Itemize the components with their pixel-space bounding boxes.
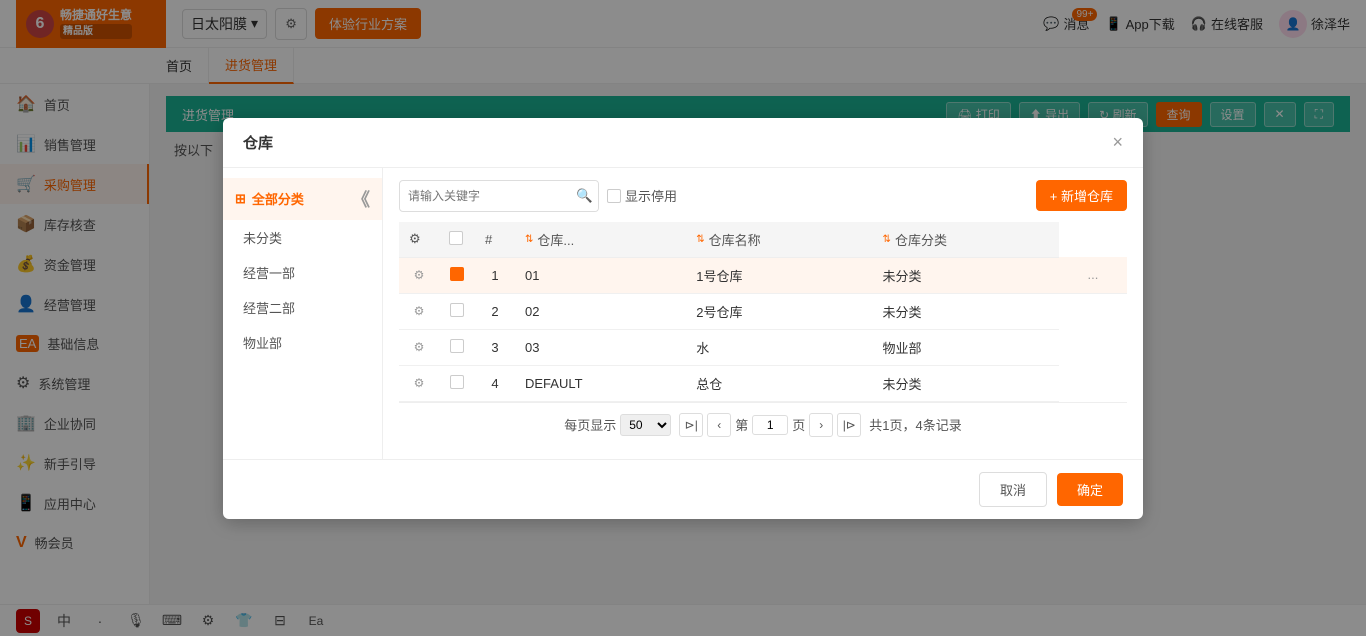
search-input[interactable]: [400, 183, 571, 209]
row-actions[interactable]: ...: [1059, 257, 1127, 293]
row-name: 水: [686, 329, 872, 365]
modal-footer: 取消 确定: [223, 459, 1143, 519]
row-code: 02: [515, 293, 686, 329]
table-toolbar: 🔍 显示停用 + 新增仓库: [399, 180, 1127, 212]
row-checkbox[interactable]: [450, 339, 464, 353]
last-page-button[interactable]: |⊳: [837, 413, 861, 437]
row-name: 2号仓库: [686, 293, 872, 329]
table-row[interactable]: ⚙ 2 02 2号仓库 未分类: [399, 293, 1127, 329]
search-box: 🔍: [399, 180, 599, 212]
row-checkbox[interactable]: [450, 375, 464, 389]
first-page-button[interactable]: ⊳|: [679, 413, 703, 437]
category-panel: ⊞ 全部分类 《 未分类 经营一部 经营二部 物业部: [223, 168, 383, 459]
row-checkbox-cell: [439, 329, 475, 365]
modal-body: ⊞ 全部分类 《 未分类 经营一部 经营二部 物业部 🔍: [223, 168, 1143, 459]
row-name: 1号仓库: [686, 257, 872, 293]
sort-icon-category: ⇅: [883, 234, 891, 245]
sort-icon-code: ⇅: [525, 234, 533, 245]
col-header-gear: ⚙: [399, 222, 439, 258]
sort-icon-name: ⇅: [696, 234, 704, 245]
row-num: 1: [475, 257, 515, 293]
modal-header: 仓库 ×: [223, 118, 1143, 168]
all-category-item[interactable]: ⊞ 全部分类 《: [223, 178, 382, 220]
next-page-button[interactable]: ›: [809, 413, 833, 437]
row-checkbox[interactable]: [450, 267, 464, 281]
cat-item-dept2[interactable]: 经营二部: [223, 290, 382, 325]
row-code: 01: [515, 257, 686, 293]
table-row[interactable]: ⚙ 1 01 1号仓库 未分类 ...: [399, 257, 1127, 293]
category-panel-inner: ⊞ 全部分类 《 未分类 经营一部 经营二部 物业部: [223, 178, 382, 449]
row-num: 4: [475, 365, 515, 401]
row-num: 2: [475, 293, 515, 329]
cat-item-unclassified[interactable]: 未分类: [223, 220, 382, 255]
cancel-button[interactable]: 取消: [979, 472, 1047, 507]
row-category: 未分类: [873, 257, 1059, 293]
row-num: 3: [475, 329, 515, 365]
row-code: 03: [515, 329, 686, 365]
grid-icon: ⊞: [235, 191, 246, 207]
row-gear: ⚙: [399, 365, 439, 401]
search-button[interactable]: 🔍: [571, 181, 598, 211]
page-nav: ⊳| ‹ 第 页 › |⊳: [679, 413, 861, 437]
warehouse-modal: 仓库 × ⊞ 全部分类 《 未分类 经营一部 经营二部 物业部: [223, 118, 1143, 519]
page-number-input[interactable]: [752, 415, 788, 435]
modal-close-button[interactable]: ×: [1112, 132, 1123, 153]
total-records: 共1页，4条记录: [869, 415, 961, 434]
row-code: DEFAULT: [515, 365, 686, 401]
add-warehouse-button[interactable]: + 新增仓库: [1036, 180, 1127, 211]
row-category: 未分类: [873, 365, 1059, 401]
modal-overlay: 仓库 × ⊞ 全部分类 《 未分类 经营一部 经营二部 物业部: [0, 0, 1366, 636]
row-category: 物业部: [873, 329, 1059, 365]
table-container: ⚙ # ⇅ 仓库...: [399, 222, 1127, 402]
row-checkbox-cell: [439, 365, 475, 401]
table-row[interactable]: ⚙ 3 03 水 物业部: [399, 329, 1127, 365]
table-panel: 🔍 显示停用 + 新增仓库 ⚙: [383, 168, 1143, 459]
row-checkbox-cell: [439, 257, 475, 293]
per-page-select: 每页显示 50 10 20 100: [564, 414, 671, 436]
col-header-check: [439, 222, 475, 258]
show-disabled-checkbox[interactable]: [607, 189, 621, 203]
show-disabled-label[interactable]: 显示停用: [607, 186, 677, 205]
confirm-button[interactable]: 确定: [1057, 473, 1123, 506]
cat-item-property[interactable]: 物业部: [223, 325, 382, 360]
row-checkbox[interactable]: [450, 303, 464, 317]
row-checkbox-cell: [439, 293, 475, 329]
row-gear: ⚙: [399, 329, 439, 365]
cat-item-dept1[interactable]: 经营一部: [223, 255, 382, 290]
col-header-code[interactable]: ⇅ 仓库...: [515, 222, 686, 258]
modal-title: 仓库: [243, 132, 273, 153]
row-gear: ⚙: [399, 257, 439, 293]
row-gear: ⚙: [399, 293, 439, 329]
col-header-num: #: [475, 222, 515, 258]
pagination: 每页显示 50 10 20 100 ⊳| ‹ 第 页: [399, 402, 1127, 447]
col-header-name[interactable]: ⇅ 仓库名称: [686, 222, 872, 258]
collapse-category-button[interactable]: 《: [352, 186, 370, 212]
per-page-dropdown[interactable]: 50 10 20 100: [620, 414, 671, 436]
row-category: 未分类: [873, 293, 1059, 329]
col-header-category[interactable]: ⇅ 仓库分类: [873, 222, 1059, 258]
row-name: 总仓: [686, 365, 872, 401]
table-row[interactable]: ⚙ 4 DEFAULT 总仓 未分类: [399, 365, 1127, 401]
select-all-checkbox[interactable]: [449, 231, 463, 245]
prev-page-button[interactable]: ‹: [707, 413, 731, 437]
warehouse-table: ⚙ # ⇅ 仓库...: [399, 222, 1127, 402]
